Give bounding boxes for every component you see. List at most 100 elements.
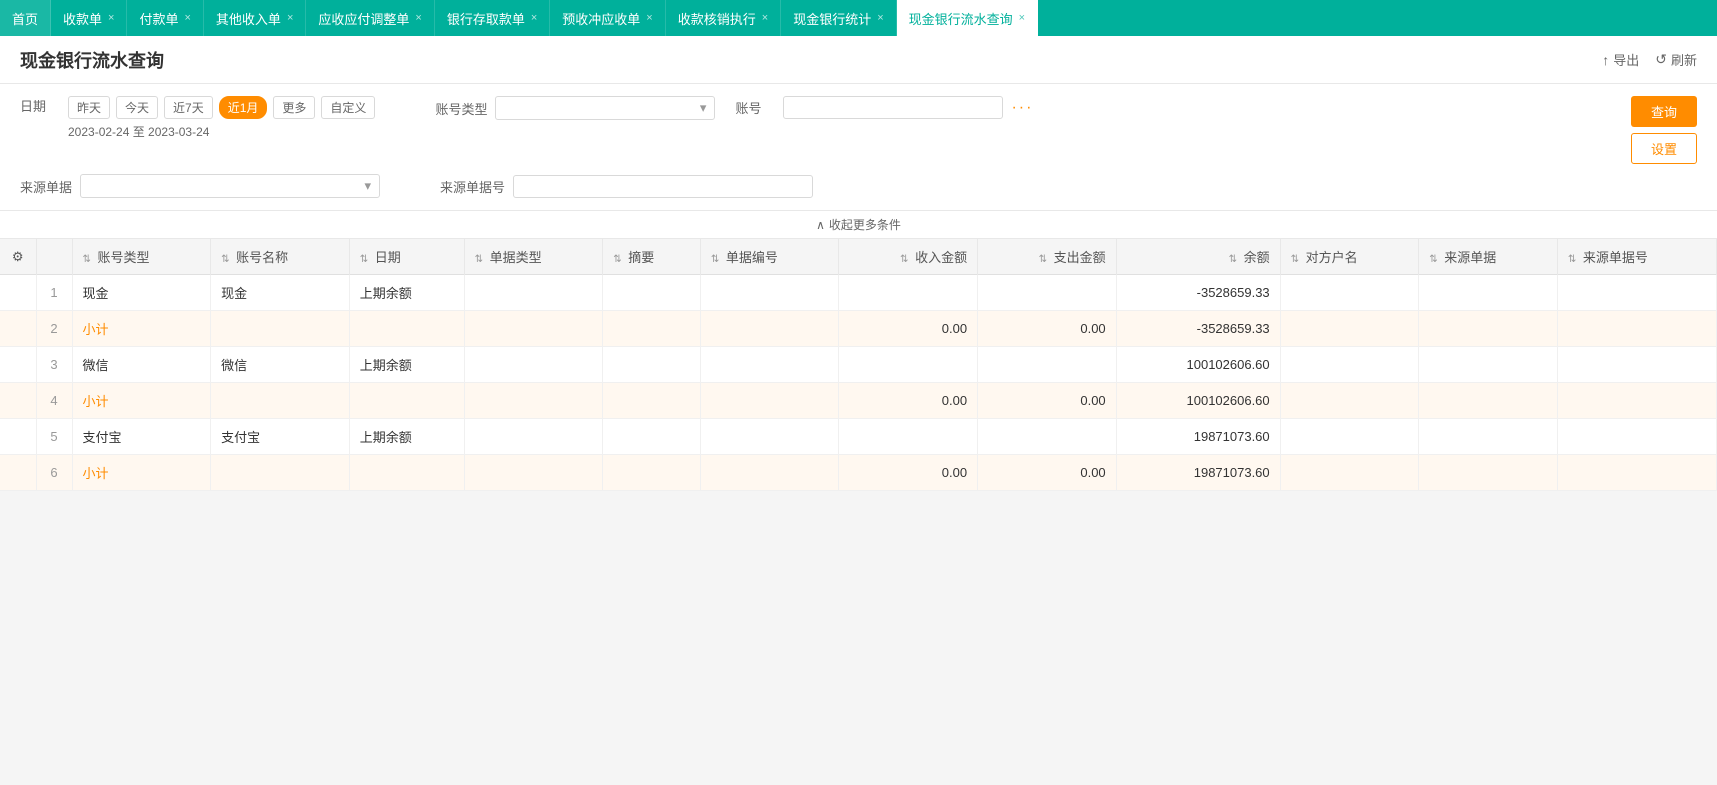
cell-source-doc: [1419, 311, 1558, 347]
cell-account-name: 微信: [211, 347, 350, 383]
date-btn-7days[interactable]: 近7天: [164, 96, 213, 119]
sort-date-icon: ⇅: [360, 254, 368, 265]
col-summary-label: 摘要: [628, 250, 654, 265]
col-account-name-label: 账号名称: [236, 250, 288, 265]
nav-bank-deposit-label: 银行存取款单: [447, 9, 525, 28]
nav-payments[interactable]: 付款单 ×: [127, 0, 203, 36]
settings-button[interactable]: 设置: [1631, 133, 1697, 164]
cell-source-doc-num: [1557, 383, 1716, 419]
col-account-name[interactable]: ⇅ 账号名称: [211, 239, 350, 275]
query-button[interactable]: 查询: [1631, 96, 1697, 127]
nav-cash-bank-stats-close[interactable]: ×: [877, 12, 883, 24]
cell-counterparty: [1280, 455, 1419, 491]
date-range-display: 2023-02-24 至 2023-03-24: [68, 123, 375, 140]
nav-advance-offset-close[interactable]: ×: [646, 12, 652, 24]
cell-income: 0.00: [839, 383, 978, 419]
col-summary[interactable]: ⇅ 摘要: [603, 239, 701, 275]
col-source-doc[interactable]: ⇅ 来源单据: [1419, 239, 1558, 275]
col-counterparty[interactable]: ⇅ 对方户名: [1280, 239, 1419, 275]
col-balance[interactable]: ⇅ 余额: [1116, 239, 1280, 275]
sort-counterparty-icon: ⇅: [1291, 254, 1299, 265]
table-body: 1 现金 现金 上期余额 -3528659.33 2 小计 0.00 0.00 …: [0, 275, 1717, 491]
source-doc-num-label: 来源单据号: [440, 177, 505, 196]
nav-payments-label: 付款单: [139, 9, 178, 28]
cell-summary: [603, 383, 701, 419]
cell-counterparty: [1280, 347, 1419, 383]
date-btn-more[interactable]: 更多: [273, 96, 315, 119]
cell-account-type: 小计: [72, 383, 211, 419]
col-date-label: 日期: [375, 250, 401, 265]
col-account-type[interactable]: ⇅ 账号类型: [72, 239, 211, 275]
nav-cash-bank-flow[interactable]: 现金银行流水查询 ×: [897, 0, 1038, 36]
col-income-label: 收入金额: [915, 250, 967, 265]
account-input[interactable]: [783, 96, 1003, 119]
nav-cash-bank-flow-label: 现金银行流水查询: [909, 9, 1013, 28]
sort-income-icon: ⇅: [900, 254, 908, 265]
col-expense[interactable]: ⇅ 支出金额: [978, 239, 1117, 275]
col-date[interactable]: ⇅ 日期: [349, 239, 464, 275]
cell-income: [839, 275, 978, 311]
cell-source-doc: [1419, 455, 1558, 491]
col-source-doc-num[interactable]: ⇅ 来源单据号: [1557, 239, 1716, 275]
nav-cash-bank-flow-close[interactable]: ×: [1019, 12, 1025, 24]
cell-doc-type: [464, 455, 603, 491]
nav-ar-ap-adjust[interactable]: 应收应付调整单 ×: [306, 0, 434, 36]
date-options-group: 昨天 今天 近7天 近1月 更多 自定义: [68, 96, 375, 119]
cell-row-num: 1: [36, 275, 72, 311]
header-actions: ↑ 导出 ↺ 刷新: [1602, 50, 1697, 69]
nav-advance-offset[interactable]: 预收冲应收单 ×: [550, 0, 665, 36]
nav-home[interactable]: 首页: [0, 0, 51, 36]
col-doc-type[interactable]: ⇅ 单据类型: [464, 239, 603, 275]
cell-expense: [978, 347, 1117, 383]
col-doc-num[interactable]: ⇅ 单据编号: [700, 239, 839, 275]
cell-balance: 19871073.60: [1116, 455, 1280, 491]
table-header-row: ⚙ ⇅ 账号类型 ⇅ 账号名称 ⇅ 日期 ⇅ 单据类型: [0, 239, 1717, 275]
date-btn-1month[interactable]: 近1月: [219, 96, 268, 119]
cell-account-name: [211, 383, 350, 419]
cell-doc-num: [700, 383, 839, 419]
collapse-button[interactable]: ∧ 收起更多条件: [816, 216, 901, 233]
nav-payments-close[interactable]: ×: [184, 12, 190, 24]
sort-summary-icon: ⇅: [613, 254, 621, 265]
source-doc-select[interactable]: ▾: [80, 174, 380, 198]
col-income[interactable]: ⇅ 收入金额: [839, 239, 978, 275]
date-btn-custom[interactable]: 自定义: [321, 96, 375, 119]
date-btn-today[interactable]: 今天: [116, 96, 158, 119]
cell-row-num: 5: [36, 419, 72, 455]
date-btn-yesterday[interactable]: 昨天: [68, 96, 110, 119]
export-button[interactable]: ↑ 导出: [1602, 50, 1639, 69]
col-expense-label: 支出金额: [1054, 250, 1106, 265]
cell-doc-num: [700, 347, 839, 383]
account-type-select[interactable]: ▾: [495, 96, 715, 120]
cell-counterparty: [1280, 275, 1419, 311]
cell-balance: -3528659.33: [1116, 311, 1280, 347]
nav-collection-exec-close[interactable]: ×: [762, 12, 768, 24]
cell-account-type: 现金: [72, 275, 211, 311]
nav-home-label: 首页: [12, 9, 38, 28]
sort-expense-icon: ⇅: [1039, 254, 1047, 265]
cell-doc-type: [464, 419, 603, 455]
table-row: 1 现金 现金 上期余额 -3528659.33: [0, 275, 1717, 311]
account-dots-button[interactable]: ···: [1011, 99, 1033, 117]
nav-collection-exec[interactable]: 收款核销执行 ×: [666, 0, 781, 36]
source-doc-num-input[interactable]: [513, 175, 813, 198]
nav-bank-deposit-close[interactable]: ×: [531, 12, 537, 24]
export-label: 导出: [1613, 50, 1639, 69]
cell-summary: [603, 311, 701, 347]
sort-balance-icon: ⇅: [1229, 254, 1237, 265]
nav-ar-ap-close[interactable]: ×: [415, 12, 421, 24]
nav-cash-bank-stats[interactable]: 现金银行统计 ×: [781, 0, 896, 36]
cell-doc-num: [700, 311, 839, 347]
cell-summary: [603, 419, 701, 455]
cell-date: [349, 455, 464, 491]
nav-bank-deposit[interactable]: 银行存取款单 ×: [435, 0, 550, 36]
col-settings[interactable]: ⚙: [0, 239, 36, 275]
gear-icon[interactable]: ⚙: [12, 249, 24, 264]
nav-receipts-close[interactable]: ×: [108, 12, 114, 24]
nav-receipts[interactable]: 收款单 ×: [51, 0, 127, 36]
cell-doc-num: [700, 455, 839, 491]
refresh-button[interactable]: ↺ 刷新: [1655, 50, 1697, 69]
nav-other-income[interactable]: 其他收入单 ×: [204, 0, 306, 36]
cell-income: 0.00: [839, 311, 978, 347]
nav-other-income-close[interactable]: ×: [287, 12, 293, 24]
